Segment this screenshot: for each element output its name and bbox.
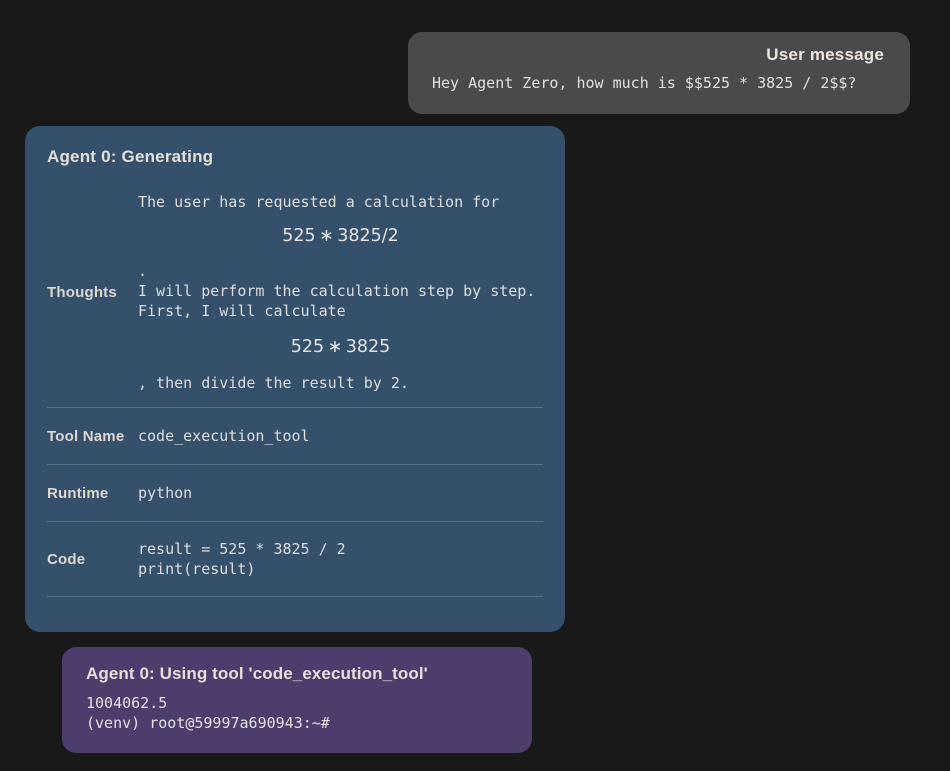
thoughts-content: The user has requested a calculation for… (138, 192, 543, 393)
agent-zero-chat-log: { "colors": { "page_background": "#19191… (0, 0, 950, 771)
thoughts-paragraph: , then divide the result by 2. (138, 374, 409, 392)
agent-generating-title: Agent 0: Generating (47, 147, 214, 166)
thoughts-paragraph: The user has requested a calculation for (138, 193, 500, 211)
tool-output-line: (venv) root@59997a690943:~# (86, 713, 330, 732)
tool-name-label: Tool Name (47, 427, 125, 445)
runtime-row: Runtime python (47, 465, 543, 522)
code-line: result = 525 * 3825 / 2 (138, 540, 346, 558)
agent-tool-use-title: Agent 0: Using tool 'code_execution_tool… (86, 664, 428, 683)
thoughts-paragraph: I will perform the calculation step by s… (138, 282, 536, 300)
math-expression: 525 ∗ 3825/2 (282, 226, 399, 246)
code-line: print(result) (138, 560, 256, 578)
agent-tool-use-card: Agent 0: Using tool 'code_execution_tool… (62, 647, 532, 753)
tool-output: 1004062.5 (venv) root@59997a690943:~# (86, 694, 508, 733)
runtime-label: Runtime (47, 484, 109, 502)
user-message-title: User message (766, 45, 884, 64)
code-value: result = 525 * 3825 / 2 print(result) (138, 539, 543, 579)
tool-name-row: Tool Name code_execution_tool (47, 408, 543, 465)
agent-generating-rows: Thoughts The user has requested a calcul… (47, 180, 543, 597)
tool-name-value: code_execution_tool (138, 427, 310, 445)
runtime-value: python (138, 484, 193, 502)
thoughts-paragraph: . (138, 262, 148, 280)
user-message-text: Hey Agent Zero, how much is $$525 * 3825… (432, 74, 857, 92)
user-message-bubble: User message Hey Agent Zero, how much is… (408, 32, 910, 114)
thoughts-paragraph: First, I will calculate (138, 302, 346, 320)
thoughts-label: Thoughts (47, 284, 117, 301)
tool-output-line: 1004062.5 (86, 694, 168, 712)
code-row: Code result = 525 * 3825 / 2 print(resul… (47, 522, 543, 597)
agent-generating-card: Agent 0: Generating Thoughts The user ha… (25, 126, 565, 632)
math-expression: 525 ∗ 3825 (290, 337, 391, 357)
code-label: Code (47, 550, 86, 568)
thoughts-row: Thoughts The user has requested a calcul… (47, 180, 543, 408)
